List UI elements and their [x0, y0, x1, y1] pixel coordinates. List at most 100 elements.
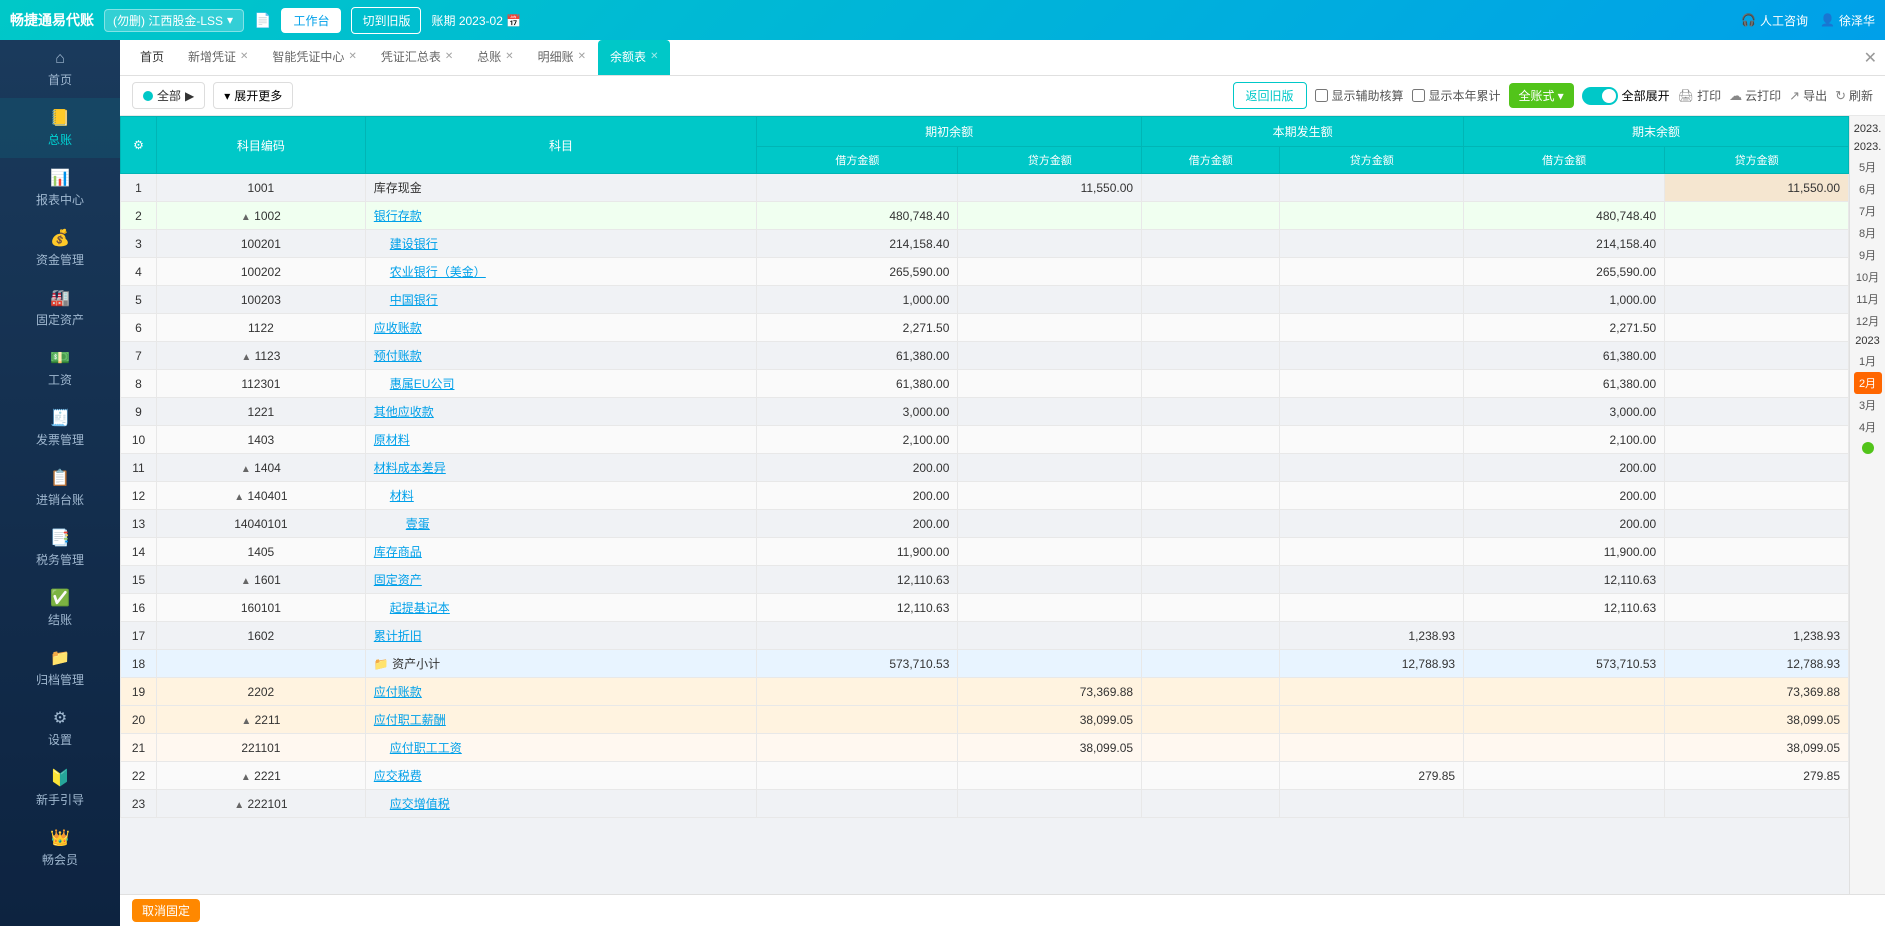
cp-credit [1280, 734, 1464, 762]
sidebar-item-archive[interactable]: 📁 归档管理 [0, 638, 120, 698]
row-name[interactable]: 应付职工工资 [365, 734, 756, 762]
sidebar-item-invoice[interactable]: 🧾 发票管理 [0, 398, 120, 458]
sidebar-item-reports[interactable]: 📊 报表中心 [0, 158, 120, 218]
settings-col-header[interactable]: ⚙ [121, 117, 157, 174]
row-code: ▲ 1123 [157, 342, 366, 370]
sales-icon: 📋 [50, 468, 70, 488]
ob-credit [958, 454, 1142, 482]
row-name[interactable]: 累计折旧 [365, 622, 756, 650]
sidebar-item-tax[interactable]: 📑 税务管理 [0, 518, 120, 578]
sidebar-item-sales[interactable]: 📋 进销台账 [0, 458, 120, 518]
refresh-action[interactable]: ↻ 刷新 [1835, 87, 1873, 104]
tab-close-ledger[interactable]: ✕ [505, 51, 513, 62]
month-12[interactable]: 12月 [1854, 310, 1882, 332]
ob-credit [958, 510, 1142, 538]
sidebar-item-guide[interactable]: 🔰 新手引导 [0, 758, 120, 818]
sidebar-item-ledger[interactable]: 📒 总账 [0, 98, 120, 158]
row-name[interactable]: 建设银行 [365, 230, 756, 258]
tab-close-smart-voucher[interactable]: ✕ [348, 51, 356, 62]
sidebar-item-home[interactable]: ⌂ 首页 [0, 40, 120, 98]
tab-detail[interactable]: 明细账 ✕ [526, 40, 598, 75]
tab-close-voucher-summary[interactable]: ✕ [445, 51, 453, 62]
period-calendar-icon[interactable]: 📅 [506, 14, 521, 28]
ob-credit [958, 762, 1142, 790]
row-name[interactable]: 壹蛋 [365, 510, 756, 538]
row-name[interactable]: 应交增值税 [365, 790, 756, 818]
month-1[interactable]: 1月 [1854, 350, 1882, 372]
sidebar-item-funds[interactable]: 💰 资金管理 [0, 218, 120, 278]
tab-new-voucher[interactable]: 新增凭证 ✕ [176, 40, 260, 75]
tab-home[interactable]: 首页 [128, 40, 176, 75]
cloud-print-action[interactable]: ☁ 云打印 [1729, 87, 1781, 104]
row-name[interactable]: 中国银行 [365, 286, 756, 314]
row-name[interactable]: 材料 [365, 482, 756, 510]
month-4[interactable]: 4月 [1854, 416, 1882, 438]
table-row: 18📁 资产小计573,710.5312,788.93573,710.5312,… [121, 650, 1849, 678]
row-name[interactable]: 银行存款 [365, 202, 756, 230]
month-9[interactable]: 9月 [1854, 244, 1882, 266]
format-btn[interactable]: 全账式 ▾ [1509, 83, 1574, 108]
row-name[interactable]: 应付职工薪酬 [365, 706, 756, 734]
close-all-tabs-btn[interactable]: ✕ [1864, 48, 1877, 68]
row-name[interactable]: 农业银行（美金） [365, 258, 756, 286]
cb-credit: 1,238.93 [1665, 622, 1849, 650]
month-3[interactable]: 3月 [1854, 394, 1882, 416]
consult-btn[interactable]: 🎧 人工咨询 [1741, 12, 1808, 29]
tab-ledger[interactable]: 总账 ✕ [465, 40, 525, 75]
sidebar-item-settings[interactable]: ⚙ 设置 [0, 698, 120, 758]
cb-debit: 573,710.53 [1464, 650, 1665, 678]
sidebar-item-settlement[interactable]: ✅ 结账 [0, 578, 120, 638]
row-name[interactable]: 库存商品 [365, 538, 756, 566]
tab-close-new-voucher[interactable]: ✕ [240, 51, 248, 62]
ob-debit: 12,110.63 [757, 566, 958, 594]
tab-balance[interactable]: 余额表 ✕ [598, 40, 670, 75]
table-row: 141405库存商品11,900.0011,900.00 [121, 538, 1849, 566]
month-2[interactable]: 2月 [1854, 372, 1882, 394]
month-7[interactable]: 7月 [1854, 200, 1882, 222]
cp-credit-header: 贷方金额 [1280, 147, 1464, 174]
month-5[interactable]: 5月 [1854, 156, 1882, 178]
export-action[interactable]: ↗ 导出 [1789, 87, 1827, 104]
ob-credit [958, 258, 1142, 286]
month-8[interactable]: 8月 [1854, 222, 1882, 244]
row-name[interactable]: 材料成本差异 [365, 454, 756, 482]
sidebar-item-salary[interactable]: 💵 工资 [0, 338, 120, 398]
user-profile-btn[interactable]: 👤 徐泽华 [1820, 12, 1875, 29]
expand-icon: ▾ [224, 89, 230, 103]
show-ytd-checkbox[interactable] [1412, 89, 1425, 102]
cp-credit [1280, 594, 1464, 622]
filter-all-btn[interactable]: 全部 ▶ [132, 82, 205, 109]
row-name[interactable]: 其他应收款 [365, 398, 756, 426]
month-10[interactable]: 10月 [1854, 266, 1882, 288]
month-6[interactable]: 6月 [1854, 178, 1882, 200]
sidebar-item-fixed-assets[interactable]: 🏭 固定资产 [0, 278, 120, 338]
tab-voucher-summary[interactable]: 凭证汇总表 ✕ [369, 40, 465, 75]
switch-version-button[interactable]: 切到旧版 [351, 7, 421, 34]
row-code: 100203 [157, 286, 366, 314]
row-name[interactable]: 惠属EU公司 [365, 370, 756, 398]
row-name[interactable]: 应付账款 [365, 678, 756, 706]
show-aux-checkbox[interactable] [1315, 89, 1328, 102]
row-name[interactable]: 原材料 [365, 426, 756, 454]
tab-close-detail[interactable]: ✕ [578, 51, 586, 62]
ob-credit [958, 314, 1142, 342]
cancel-fixed-btn[interactable]: 取消固定 [132, 899, 200, 922]
tab-smart-voucher[interactable]: 智能凭证中心 ✕ [260, 40, 368, 75]
expand-all-switch[interactable] [1582, 87, 1618, 105]
sidebar-item-member[interactable]: 👑 畅会员 [0, 818, 120, 878]
month-11[interactable]: 11月 [1854, 288, 1882, 310]
print-action[interactable]: 🖨 打印 [1678, 87, 1722, 104]
row-name[interactable]: 固定资产 [365, 566, 756, 594]
ob-credit [958, 622, 1142, 650]
row-name[interactable]: 起提基记本 [365, 594, 756, 622]
workspace-button[interactable]: 工作台 [281, 8, 341, 33]
tab-close-balance[interactable]: ✕ [650, 51, 658, 62]
document-icon-btn[interactable]: 📄 [254, 12, 271, 29]
row-name[interactable]: 应交税费 [365, 762, 756, 790]
expand-btn[interactable]: ▾ 展开更多 [213, 82, 293, 109]
row-name[interactable]: 应收账款 [365, 314, 756, 342]
row-number: 4 [121, 258, 157, 286]
company-selector[interactable]: (勿删) 江西股金-LSS ▾ [104, 9, 244, 32]
return-old-btn[interactable]: 返回旧版 [1233, 82, 1307, 109]
row-name[interactable]: 预付账款 [365, 342, 756, 370]
